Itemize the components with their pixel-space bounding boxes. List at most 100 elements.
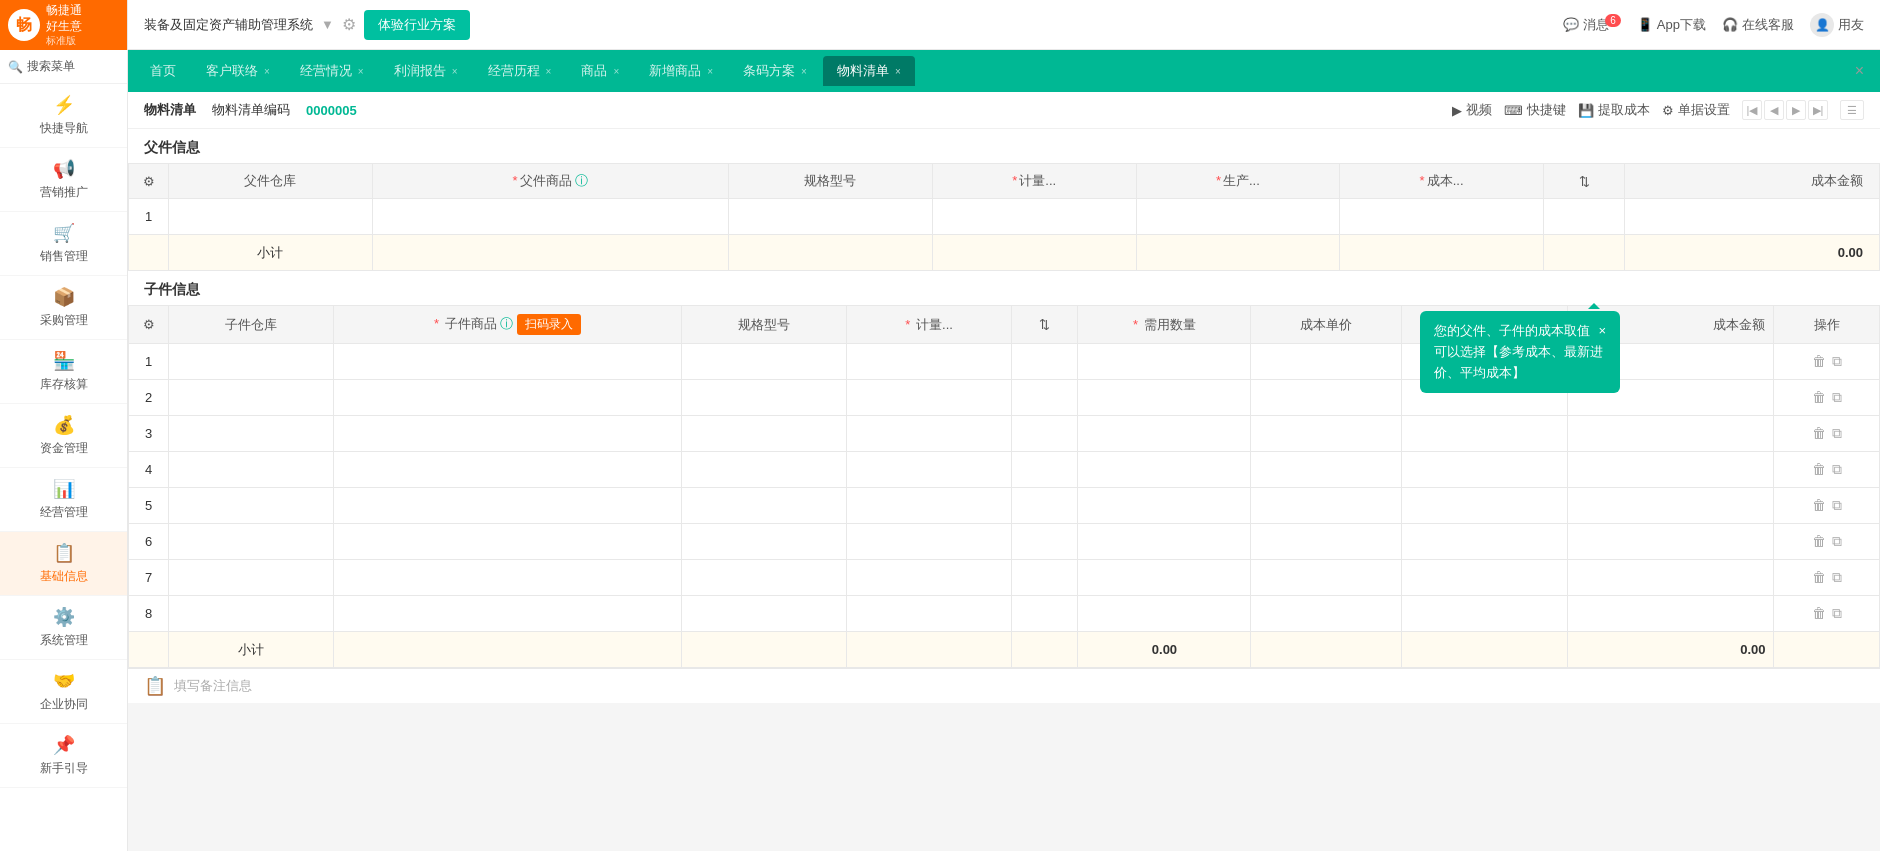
tab-product-close[interactable]: × — [613, 66, 619, 77]
tab-new-product[interactable]: 新增商品 × — [635, 56, 727, 86]
delete-icon-4[interactable]: 🗑 — [1812, 461, 1826, 478]
parent-col-settings[interactable]: ⚙ — [129, 164, 169, 199]
sidebar-item-system[interactable]: ⚙️ 系统管理 — [0, 596, 127, 660]
tab-profit-close[interactable]: × — [452, 66, 458, 77]
grid-view-btn[interactable]: ☰ — [1840, 100, 1864, 120]
child-info-icon: ⓘ — [500, 316, 513, 331]
doc-settings-btn[interactable]: ⚙ 单据设置 — [1662, 101, 1730, 119]
tab-bom-close[interactable]: × — [895, 66, 901, 77]
delete-icon-5[interactable]: 🗑 — [1812, 497, 1826, 514]
search-menu[interactable]: 🔍 搜索菜单 — [0, 50, 127, 84]
tab-history-close[interactable]: × — [546, 66, 552, 77]
copy-icon-8[interactable]: ⧉ — [1832, 605, 1842, 622]
delete-icon-6[interactable]: 🗑 — [1812, 533, 1826, 550]
sidebar-item-basic-info[interactable]: 📋 基础信息 — [0, 532, 127, 596]
tab-customer[interactable]: 客户联络 × — [192, 56, 284, 86]
child-col-settings[interactable]: ⚙ — [129, 306, 169, 344]
parent-row-1-cost[interactable] — [1340, 199, 1544, 235]
child-row-1-warehouse[interactable] — [169, 344, 334, 380]
child-row-1-unit-cost[interactable] — [1251, 344, 1402, 380]
copy-icon-3[interactable]: ⧉ — [1832, 425, 1842, 442]
parent-row-1: 1 — [129, 199, 1880, 235]
delete-icon-2[interactable]: 🗑 — [1812, 389, 1826, 406]
child-col-sort: ⇅ — [1012, 306, 1078, 344]
settings-col-icon: ⚙ — [143, 174, 155, 189]
page-close-btn[interactable]: × — [1847, 62, 1872, 80]
settings-icon2: ⚙ — [1662, 103, 1674, 118]
sidebar-item-operations[interactable]: 📊 经营管理 — [0, 468, 127, 532]
delete-icon-7[interactable]: 🗑 — [1812, 569, 1826, 586]
dropdown-icon[interactable]: ▼ — [321, 17, 334, 32]
nav-last[interactable]: ▶| — [1808, 100, 1828, 120]
child-row-1-unit[interactable] — [846, 344, 1011, 380]
try-btn[interactable]: 体验行业方案 — [364, 10, 470, 40]
tab-history[interactable]: 经营历程 × — [474, 56, 566, 86]
copy-icon-1[interactable]: ⧉ — [1832, 353, 1842, 370]
child-col-action: 操作 — [1774, 306, 1880, 344]
bottom-icon[interactable]: 📋 — [144, 675, 166, 697]
copy-icon-2[interactable]: ⧉ — [1832, 389, 1842, 406]
tooltip-close-btn[interactable]: × — [1598, 321, 1606, 342]
inventory-icon: 🏪 — [53, 350, 75, 372]
tab-bom[interactable]: 物料清单 × — [823, 56, 915, 86]
sidebar-item-quick-nav[interactable]: ⚡ 快捷导航 — [0, 84, 127, 148]
online-service-btn[interactable]: 🎧 在线客服 — [1722, 16, 1794, 34]
message-btn[interactable]: 💬 消息 6 — [1563, 16, 1621, 34]
parent-row-1-product[interactable] — [372, 199, 728, 235]
child-row-7: 7 🗑⧉ — [129, 560, 1880, 596]
child-row-6: 6 🗑⧉ — [129, 524, 1880, 560]
settings-icon[interactable]: ⚙ — [342, 15, 356, 34]
child-row-2-warehouse[interactable] — [169, 380, 334, 416]
copy-icon-5[interactable]: ⧉ — [1832, 497, 1842, 514]
basic-info-icon: 📋 — [53, 542, 75, 564]
user-btn[interactable]: 👤 用友 — [1810, 13, 1864, 37]
tab-barcode-close[interactable]: × — [801, 66, 807, 77]
app-logo: 畅 畅捷通 好生意 标准版 — [0, 0, 127, 50]
delete-icon-1[interactable]: 🗑 — [1812, 353, 1826, 370]
parent-row-1-prod[interactable] — [1136, 199, 1340, 235]
nav-next[interactable]: ▶ — [1786, 100, 1806, 120]
copy-icon-4[interactable]: ⧉ — [1832, 461, 1842, 478]
video-icon: ▶ — [1452, 103, 1462, 118]
child-row-1-qty[interactable] — [1078, 344, 1251, 380]
sidebar-item-inventory[interactable]: 🏪 库存核算 — [0, 340, 127, 404]
delete-icon-8[interactable]: 🗑 — [1812, 605, 1826, 622]
copy-icon-7[interactable]: ⧉ — [1832, 569, 1842, 586]
video-btn[interactable]: ▶ 视频 — [1452, 101, 1492, 119]
tab-customer-close[interactable]: × — [264, 66, 270, 77]
child-row-1-product[interactable] — [334, 344, 681, 380]
tab-operations-close[interactable]: × — [358, 66, 364, 77]
extract-cost-btn[interactable]: 💾 提取成本 — [1578, 101, 1650, 119]
copy-icon-6[interactable]: ⧉ — [1832, 533, 1842, 550]
page-name: 物料清单 — [144, 101, 196, 119]
bottom-hint[interactable]: 填写备注信息 — [174, 677, 252, 695]
shortcut-btn[interactable]: ⌨ 快捷键 — [1504, 101, 1566, 119]
tab-home[interactable]: 首页 — [136, 56, 190, 86]
sidebar-item-guide[interactable]: 📌 新手引导 — [0, 724, 127, 788]
nav-prev[interactable]: ◀ — [1764, 100, 1784, 120]
tab-barcode[interactable]: 条码方案 × — [729, 56, 821, 86]
cooperation-icon: 🤝 — [53, 670, 75, 692]
parent-table: ⚙ 父件仓库 *父件商品 ⓘ 规格型号 — [128, 163, 1880, 271]
child-row-2-product[interactable] — [334, 380, 681, 416]
parent-col-product: *父件商品 ⓘ — [372, 164, 728, 199]
sidebar-item-finance[interactable]: 💰 资金管理 — [0, 404, 127, 468]
tab-product[interactable]: 商品 × — [567, 56, 633, 86]
sidebar-item-sales[interactable]: 🛒 销售管理 — [0, 212, 127, 276]
delete-icon-3[interactable]: 🗑 — [1812, 425, 1826, 442]
scan-input-btn[interactable]: 扫码录入 — [517, 314, 581, 335]
tab-profit[interactable]: 利润报告 × — [380, 56, 472, 86]
download-icon: 📱 — [1637, 17, 1653, 32]
sidebar-item-marketing[interactable]: 📢 营销推广 — [0, 148, 127, 212]
tab-new-product-close[interactable]: × — [707, 66, 713, 77]
parent-row-1-warehouse[interactable] — [169, 199, 373, 235]
app-download-btn[interactable]: 📱 App下载 — [1637, 16, 1706, 34]
nav-first[interactable]: |◀ — [1742, 100, 1762, 120]
header-right: 💬 消息 6 📱 App下载 🎧 在线客服 👤 用友 — [1563, 13, 1864, 37]
sidebar-item-cooperation[interactable]: 🤝 企业协同 — [0, 660, 127, 724]
tab-operations[interactable]: 经营情况 × — [286, 56, 378, 86]
main-area: 装备及固定资产辅助管理系统 ▼ ⚙ 体验行业方案 💬 消息 6 📱 App下载 … — [128, 0, 1880, 851]
parent-row-1-unit[interactable] — [932, 199, 1136, 235]
sidebar-item-purchase[interactable]: 📦 采购管理 — [0, 276, 127, 340]
parent-col-cost: *成本... — [1340, 164, 1544, 199]
